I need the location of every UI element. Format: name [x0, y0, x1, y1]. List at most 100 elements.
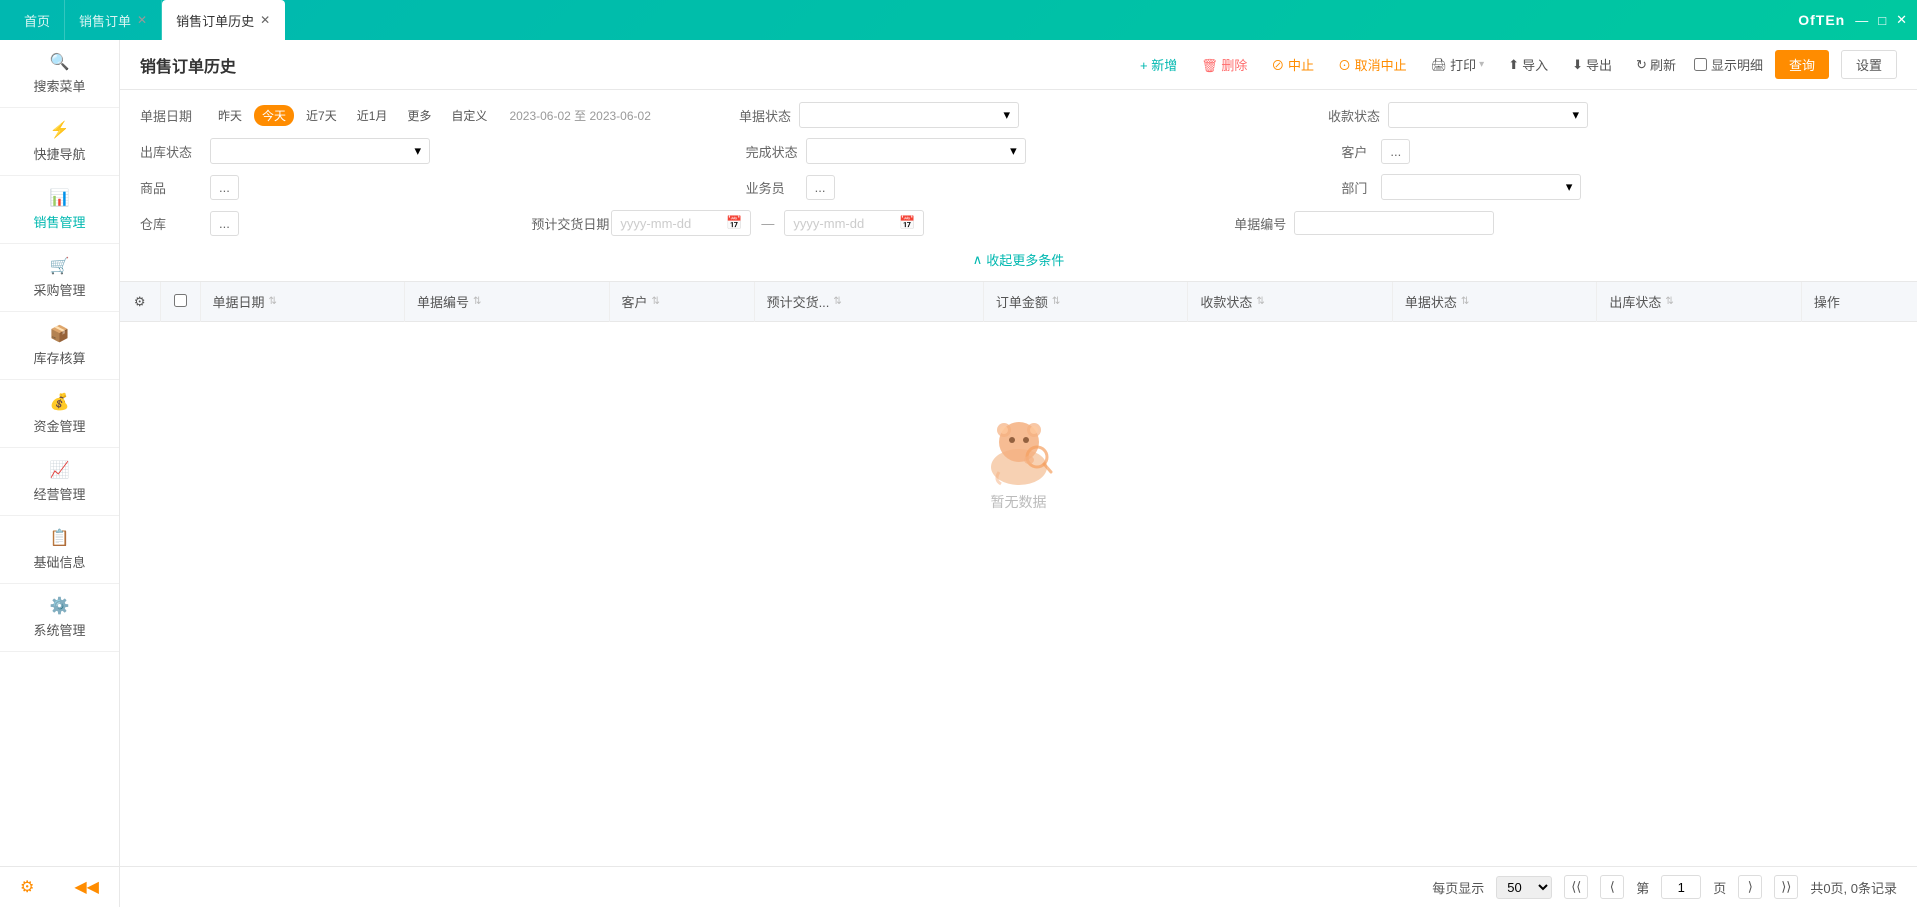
department-select[interactable] [1381, 174, 1581, 200]
product-label: 商品 [140, 178, 210, 197]
th-payment-status[interactable]: 收款状态 ⇅ [1188, 282, 1393, 322]
sidebar-item-system-mgmt[interactable]: ⚙️ 系统管理 [0, 584, 119, 652]
minimize-btn[interactable]: — [1855, 13, 1868, 28]
empty-state-cell: 暂无数据 [120, 322, 1917, 593]
empty-state: 暂无数据 [120, 322, 1917, 592]
customer-control: ... [1381, 139, 1897, 164]
sidebar-item-finance[interactable]: 💰 资金管理 [0, 380, 119, 448]
th-shipment-status[interactable]: 出库状态 ⇅ [1597, 282, 1802, 322]
refresh-button[interactable]: ↻ 刷新 [1630, 52, 1682, 77]
query-button[interactable]: 查询 [1775, 50, 1829, 79]
date-tab-7days[interactable]: 近7天 [298, 105, 345, 126]
th-amount[interactable]: 订单金额 ⇅ [983, 282, 1188, 322]
th-customer[interactable]: 客户 ⇅ [609, 282, 754, 322]
date-tab-more[interactable]: 更多 [399, 105, 439, 126]
delete-button[interactable]: 🗑 删除 [1195, 52, 1253, 77]
page-label: 页 [1713, 878, 1726, 897]
salesperson-select-btn[interactable]: ... [806, 175, 835, 200]
settings-button[interactable]: 设置 [1841, 50, 1897, 79]
delivery-date-start[interactable]: yyyy-mm-dd 📅 [611, 210, 751, 236]
settings-gear-icon[interactable]: ⚙ [134, 294, 146, 309]
page-header: 销售订单历史 + 新增 🗑 删除 ⊘ 中止 ⊙ 取消中止 🖨 🖨 打印 打印 ▾… [120, 40, 1917, 90]
date-tabs: 昨天 今天 近7天 近1月 更多 自定义 [210, 105, 495, 126]
filter-row-2: 出库状态 完成状态 客户 ... [140, 138, 1897, 164]
toolbar: + 新增 🗑 删除 ⊘ 中止 ⊙ 取消中止 🖨 🖨 打印 打印 ▾ ⬆ 导入 ⬇… [1134, 50, 1897, 79]
order-number-input[interactable] [1294, 211, 1494, 235]
th-operation: 操作 [1801, 282, 1917, 322]
prev-page-btn[interactable]: ⟨ [1600, 875, 1624, 899]
filter-row-4: 仓库 ... 预计交货日期 yyyy-mm-dd 📅 — yyyy-mm-dd … [140, 210, 1897, 236]
delivery-date-end[interactable]: yyyy-mm-dd 📅 [784, 210, 924, 236]
close-sales-order-tab[interactable]: ✕ [137, 13, 147, 27]
payment-status-label: 收款状态 [1328, 106, 1388, 125]
collapse-button[interactable]: ∧ 收起更多条件 [140, 250, 1897, 269]
department-chevron [1566, 179, 1573, 195]
page-number-input[interactable] [1661, 875, 1701, 899]
add-button[interactable]: + 新增 [1134, 52, 1183, 77]
salesperson-label: 业务员 [746, 178, 806, 197]
date-tab-today[interactable]: 今天 [254, 105, 294, 126]
sidebar-item-basic-info[interactable]: 📋 基础信息 [0, 516, 119, 584]
basic-info-icon: 📋 [50, 528, 70, 548]
search-menu-icon: 🔍 [50, 52, 70, 72]
first-page-btn[interactable]: ⟨⟨ [1564, 875, 1588, 899]
filter-row-3: 商品 ... 业务员 ... 部门 [140, 174, 1897, 200]
cancel-stop-button[interactable]: ⊙ 取消中止 [1332, 52, 1413, 77]
th-checkbox[interactable] [160, 282, 200, 322]
sidebar-item-search-menu[interactable]: 🔍 搜索菜单 [0, 40, 119, 108]
tab-home[interactable]: 首页 [10, 0, 65, 40]
import-button[interactable]: ⬆ 导入 [1502, 52, 1554, 77]
product-select-btn[interactable]: ... [210, 175, 239, 200]
page-size-select[interactable]: 20 50 100 [1496, 876, 1552, 899]
close-sales-history-tab[interactable]: ✕ [260, 13, 270, 27]
sidebar-collapse-btn[interactable]: ◀◀ [74, 877, 99, 897]
system-mgmt-icon: ⚙️ [50, 596, 70, 616]
print-icon: 🖨 [1431, 57, 1448, 73]
next-page-btn[interactable]: ⟩ [1738, 875, 1762, 899]
sidebar-bottom: ⚙ ◀◀ [0, 866, 119, 907]
show-detail-checkbox[interactable]: 显示明细 [1694, 55, 1763, 74]
calendar-start-icon: 📅 [726, 215, 742, 231]
th-number[interactable]: 单据编号 ⇅ [405, 282, 610, 322]
sidebar-item-purchase-mgmt[interactable]: 🛒 采购管理 [0, 244, 119, 312]
order-status-select[interactable] [799, 102, 1019, 128]
maximize-btn[interactable]: □ [1878, 13, 1886, 28]
close-app-btn[interactable]: ✕ [1896, 12, 1907, 28]
goto-label: 第 [1636, 878, 1649, 897]
sidebar-item-business[interactable]: 📈 经营管理 [0, 448, 119, 516]
tab-sales-order[interactable]: 销售订单 ✕ [65, 0, 162, 40]
payment-status-chevron [1572, 107, 1579, 123]
payment-status-select[interactable] [1388, 102, 1588, 128]
complete-status-select[interactable] [806, 138, 1026, 164]
th-settings[interactable]: ⚙ [120, 282, 160, 322]
select-all-checkbox[interactable] [174, 294, 187, 307]
show-detail-input[interactable] [1694, 58, 1707, 71]
last-page-btn[interactable]: ⟩⟩ [1774, 875, 1798, 899]
export-button[interactable]: ⬇ 导出 [1566, 52, 1618, 77]
quick-nav-icon: ⚡ [50, 120, 70, 140]
warehouse-select-btn[interactable]: ... [210, 211, 239, 236]
tab-sales-order-history[interactable]: 销售订单历史 ✕ [162, 0, 285, 40]
inventory-icon: 📦 [50, 324, 70, 344]
sidebar-item-inventory[interactable]: 📦 库存核算 [0, 312, 119, 380]
th-order-status[interactable]: 单据状态 ⇅ [1392, 282, 1597, 322]
empty-state-row: 暂无数据 [120, 322, 1917, 593]
sidebar-item-quick-nav[interactable]: ⚡ 快捷导航 [0, 108, 119, 176]
shipment-status-select[interactable] [210, 138, 430, 164]
customer-select-btn[interactable]: ... [1381, 139, 1410, 164]
table-body: 暂无数据 [120, 322, 1917, 593]
stop-button[interactable]: ⊘ 中止 [1265, 52, 1320, 77]
sidebar-settings-btn[interactable]: ⚙ [20, 877, 34, 897]
th-date[interactable]: 单据日期 ⇅ [200, 282, 405, 322]
th-delivery-date[interactable]: 预计交货... ⇅ [754, 282, 983, 322]
top-right-controls: OfTEn — □ ✕ [1798, 12, 1907, 28]
date-filter-control: 昨天 今天 近7天 近1月 更多 自定义 2023-06-02 至 2023-0… [210, 105, 719, 126]
date-tab-1month[interactable]: 近1月 [349, 105, 396, 126]
date-tab-custom[interactable]: 自定义 [443, 105, 495, 126]
sort-payment-icon: ⇅ [1256, 296, 1264, 307]
sidebar-item-sales-mgmt[interactable]: 📊 销售管理 [0, 176, 119, 244]
sort-date-icon: ⇅ [269, 296, 277, 307]
sort-order-status-icon: ⇅ [1461, 296, 1469, 307]
date-tab-yesterday[interactable]: 昨天 [210, 105, 250, 126]
print-button[interactable]: 🖨 🖨 打印 打印 ▾ [1425, 52, 1491, 77]
